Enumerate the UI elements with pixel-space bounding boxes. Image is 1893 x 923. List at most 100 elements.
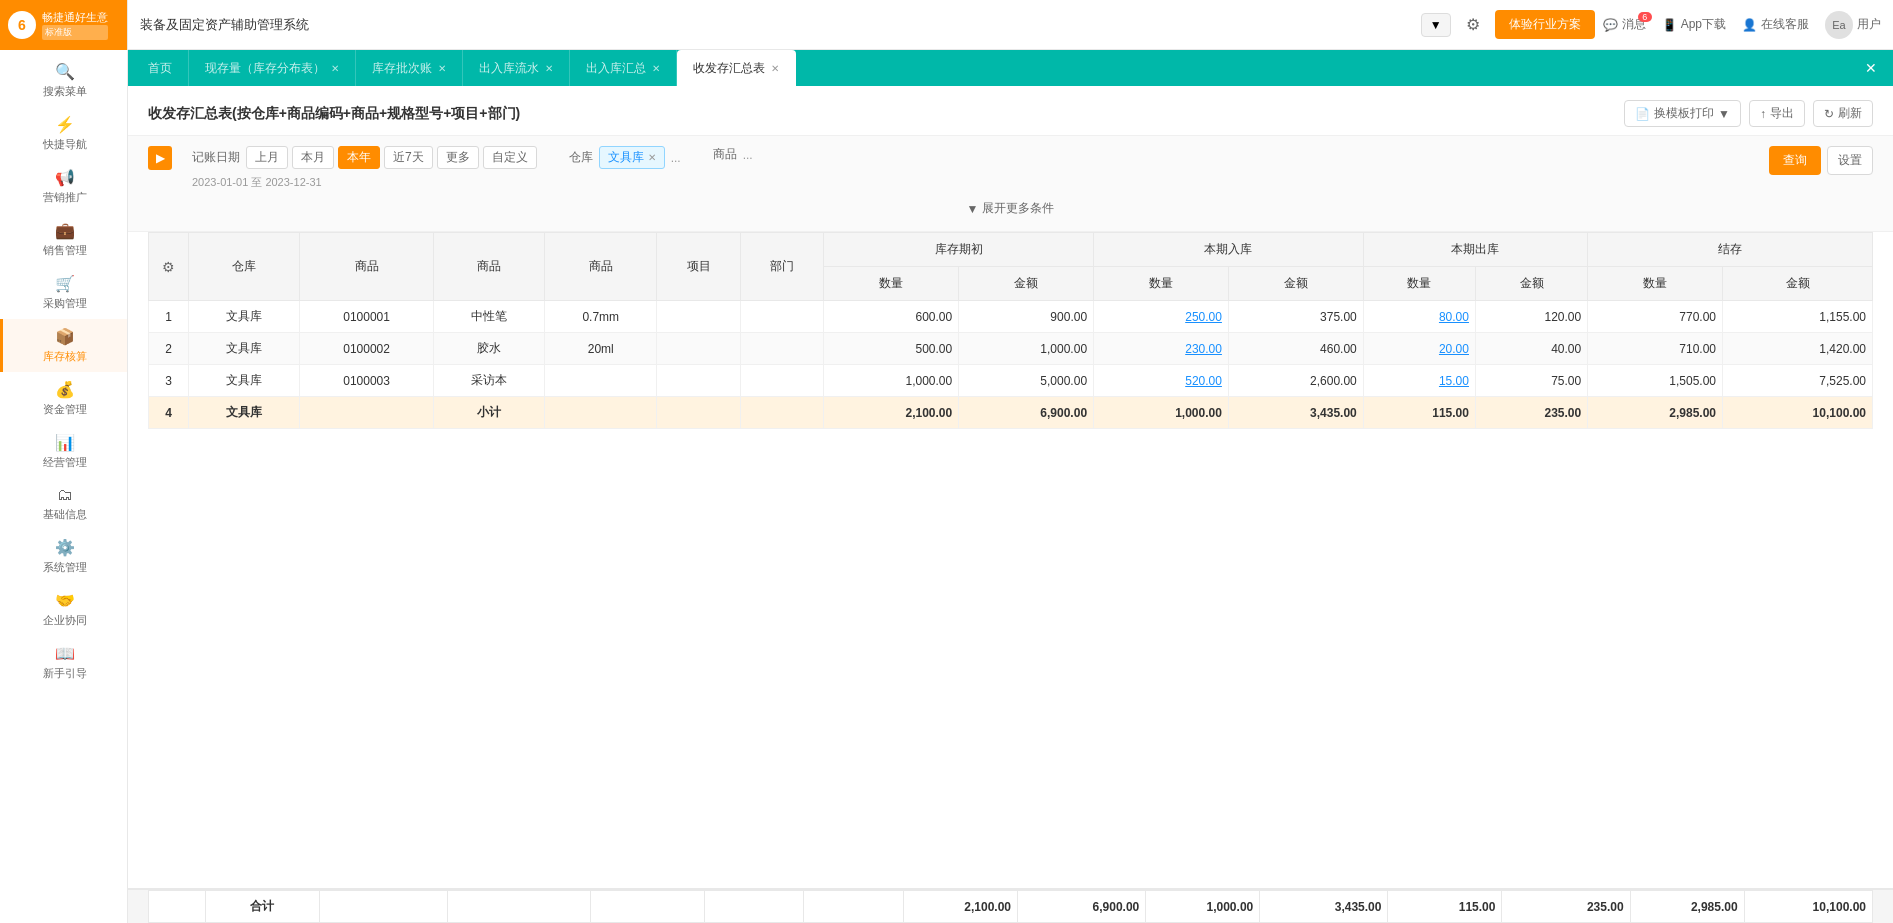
expand-row: ▼ 展开更多条件 xyxy=(148,196,1873,221)
row-out-qty-link[interactable]: 20.00 xyxy=(1439,342,1469,356)
row-out-qty[interactable]: 15.00 xyxy=(1363,365,1475,397)
filter-collapse-btn[interactable]: ▶ xyxy=(148,146,172,170)
expand-conditions-btn[interactable]: ▼ 展开更多条件 xyxy=(959,196,1063,221)
col-project-header: 项目 xyxy=(657,233,741,301)
row-warehouse: 文具库 xyxy=(189,397,300,429)
sidebar-item-guide[interactable]: 📖 新手引导 xyxy=(0,636,127,689)
message-icon: 💬 xyxy=(1603,18,1618,32)
tab-summary-label: 出入库汇总 xyxy=(586,60,646,77)
sidebar-item-basic-info[interactable]: 🗂 基础信息 xyxy=(0,478,127,530)
row-bal-qty: 1,505.00 xyxy=(1588,365,1723,397)
tab-flow[interactable]: 出入库流水 ✕ xyxy=(463,50,570,86)
tab-summary[interactable]: 出入库汇总 ✕ xyxy=(570,50,677,86)
search-menu-icon: 🔍 xyxy=(55,62,75,81)
sidebar-item-marketing[interactable]: 📢 营销推广 xyxy=(0,160,127,213)
tab-inventory-dist[interactable]: 现存量（库存分布表） ✕ xyxy=(189,50,356,86)
query-btn[interactable]: 查询 xyxy=(1769,146,1821,175)
goods-filter: 商品 ... xyxy=(713,146,753,163)
sidebar-item-operations[interactable]: 📊 经营管理 xyxy=(0,425,127,478)
tab-batch-label: 库存批次账 xyxy=(372,60,432,77)
user-label: 用户 xyxy=(1857,16,1881,33)
row-init-qty: 600.00 xyxy=(824,301,959,333)
col-in-header: 本期入库 xyxy=(1094,233,1364,267)
tab-batch-close[interactable]: ✕ xyxy=(438,63,446,74)
message-button[interactable]: 💬 消息 6 xyxy=(1603,16,1646,33)
row-in-qty-link[interactable]: 250.00 xyxy=(1185,310,1222,324)
row-dept xyxy=(740,333,824,365)
row-in-qty[interactable]: 250.00 xyxy=(1094,301,1229,333)
page-content: 收发存汇总表(按仓库+商品编码+商品+规格型号+项目+部门) 📄 换模板打印 ▼… xyxy=(128,86,1893,923)
app-download-label: App下载 xyxy=(1681,16,1726,33)
tab-flow-close[interactable]: ✕ xyxy=(545,63,553,74)
footer-bal-qty: 2,985.00 xyxy=(1630,891,1744,923)
warehouse-tag-remove[interactable]: ✕ xyxy=(648,152,656,163)
topbar: 装备及固定资产辅助管理系统 ▼ ⚙ 体验行业方案 💬 消息 6 📱 App下载 … xyxy=(128,0,1893,50)
row-in-qty[interactable]: 520.00 xyxy=(1094,365,1229,397)
refresh-btn[interactable]: ↻ 刷新 xyxy=(1813,100,1873,127)
sidebar-item-finance[interactable]: 💰 资金管理 xyxy=(0,372,127,425)
sidebar-menu: 🔍 搜索菜单 ⚡ 快捷导航 📢 营销推广 💼 销售管理 🛒 采购管理 📦 库存核… xyxy=(0,50,127,923)
user-area[interactable]: Ea 用户 xyxy=(1825,11,1881,39)
row-out-qty-link[interactable]: 80.00 xyxy=(1439,310,1469,324)
setting-btn[interactable]: 设置 xyxy=(1827,146,1873,175)
online-service-button[interactable]: 👤 在线客服 xyxy=(1742,16,1809,33)
goods-label: 商品 xyxy=(713,146,737,163)
template-print-label: 换模板打印 xyxy=(1654,105,1714,122)
system-select[interactable]: ▼ xyxy=(1421,13,1451,37)
row-goods: 采访本 xyxy=(434,365,545,397)
date-btn-last-month[interactable]: 上月 xyxy=(246,146,288,169)
tab-recv-send-close[interactable]: ✕ xyxy=(771,63,779,74)
system-title: 装备及固定资产辅助管理系统 xyxy=(140,16,1413,34)
sidebar-item-search[interactable]: 🔍 搜索菜单 xyxy=(0,54,127,107)
settings-gear-button[interactable]: ⚙ xyxy=(1459,11,1487,39)
date-btn-more[interactable]: 更多 xyxy=(437,146,479,169)
row-bal-qty: 2,985.00 xyxy=(1588,397,1723,429)
row-init-amt: 6,900.00 xyxy=(959,397,1094,429)
template-icon: 📄 xyxy=(1635,107,1650,121)
row-out-qty[interactable]: 80.00 xyxy=(1363,301,1475,333)
column-settings-icon[interactable]: ⚙ xyxy=(162,259,175,275)
date-btn-custom[interactable]: 自定义 xyxy=(483,146,537,169)
export-label: 导出 xyxy=(1770,105,1794,122)
logo-text: 畅捷通好生意 xyxy=(42,10,108,24)
topbar-right: 💬 消息 6 📱 App下载 👤 在线客服 Ea 用户 xyxy=(1603,11,1881,39)
tab-summary-close[interactable]: ✕ xyxy=(652,63,660,74)
date-filter-row: 记账日期 上月 本月 本年 近7天 更多 自定义 xyxy=(192,146,537,169)
row-in-qty-link[interactable]: 520.00 xyxy=(1185,374,1222,388)
experience-btn[interactable]: 体验行业方案 xyxy=(1495,10,1595,39)
sidebar-item-system[interactable]: ⚙️ 系统管理 xyxy=(0,530,127,583)
footer-init-qty: 2,100.00 xyxy=(904,891,1018,923)
table-footer: 合计 2,100.00 6,900.00 1,000.00 3,435.00 1… xyxy=(128,888,1893,923)
row-in-qty[interactable]: 230.00 xyxy=(1094,333,1229,365)
sidebar-item-inventory[interactable]: 📦 库存核算 xyxy=(0,319,127,372)
export-btn[interactable]: ↑ 导出 xyxy=(1749,100,1805,127)
tab-recv-send[interactable]: 收发存汇总表 ✕ xyxy=(677,50,796,86)
tab-batch[interactable]: 库存批次账 ✕ xyxy=(356,50,463,86)
row-out-amt: 235.00 xyxy=(1475,397,1587,429)
sidebar-item-enterprise[interactable]: 🤝 企业协同 xyxy=(0,583,127,636)
row-out-qty[interactable]: 20.00 xyxy=(1363,333,1475,365)
refresh-label: 刷新 xyxy=(1838,105,1862,122)
date-btn-this-year[interactable]: 本年 xyxy=(338,146,380,169)
sidebar-item-purchase[interactable]: 🛒 采购管理 xyxy=(0,266,127,319)
row-out-qty-link[interactable]: 15.00 xyxy=(1439,374,1469,388)
row-dept xyxy=(740,365,824,397)
table-header-row-1: ⚙ 仓库 商品 商品 商品 项目 部门 库存期初 本期入库 本期出库 结存 xyxy=(149,233,1873,267)
expand-label: 展开更多条件 xyxy=(982,200,1054,217)
tabbar-close-all[interactable]: ✕ xyxy=(1853,60,1889,76)
row-in-qty-link[interactable]: 230.00 xyxy=(1185,342,1222,356)
app-download-button[interactable]: 📱 App下载 xyxy=(1662,16,1726,33)
date-btn-this-month[interactable]: 本月 xyxy=(292,146,334,169)
sidebar-item-quicknav[interactable]: ⚡ 快捷导航 xyxy=(0,107,127,160)
sidebar-item-sales[interactable]: 💼 销售管理 xyxy=(0,213,127,266)
tab-inventory-dist-close[interactable]: ✕ xyxy=(331,63,339,74)
sidebar-item-sales-label: 销售管理 xyxy=(43,243,87,258)
template-print-btn[interactable]: 📄 换模板打印 ▼ xyxy=(1624,100,1741,127)
export-icon: ↑ xyxy=(1760,107,1766,121)
tab-home[interactable]: 首页 xyxy=(132,50,189,86)
table-row: 1文具库0100001中性笔0.7mm600.00900.00250.00375… xyxy=(149,301,1873,333)
goods-more[interactable]: ... xyxy=(743,148,753,162)
date-btn-7days[interactable]: 近7天 xyxy=(384,146,433,169)
warehouse-more[interactable]: ... xyxy=(671,151,681,165)
row-init-amt: 5,000.00 xyxy=(959,365,1094,397)
